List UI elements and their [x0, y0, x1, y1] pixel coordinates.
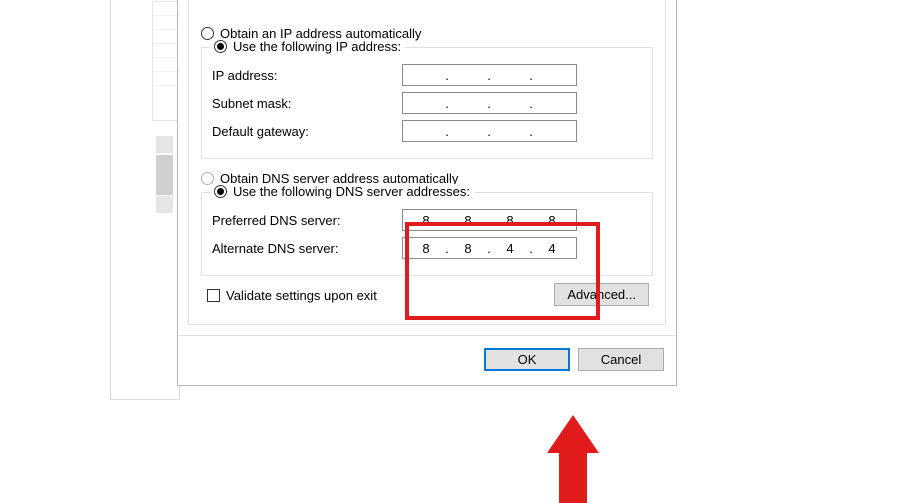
ip-manual-radio-row[interactable]: Use the following IP address:: [210, 39, 405, 54]
dialog-button-bar: OK Cancel: [178, 335, 676, 385]
arrow-stem: [559, 453, 587, 503]
advanced-button[interactable]: Advanced...: [554, 283, 649, 306]
ip-manual-label: Use the following IP address:: [233, 39, 401, 54]
alternate-dns-label: Alternate DNS server:: [212, 241, 402, 256]
validate-settings-label: Validate settings upon exit: [226, 288, 377, 303]
subnet-mask-label: Subnet mask:: [212, 96, 402, 111]
annotation-arrow: [547, 415, 599, 503]
background-scrollbar-down: [156, 196, 173, 213]
checkbox-icon: [207, 289, 220, 302]
ipv4-properties-dialog: Obtain an IP address automatically Use t…: [177, 0, 677, 386]
background-scrollbar-up: [156, 136, 173, 153]
dns-manual-group: Use the following DNS server addresses: …: [201, 192, 653, 276]
background-list: [152, 1, 178, 121]
arrow-up-icon: [547, 415, 599, 453]
background-scrollbar-thumb: [156, 155, 173, 195]
radio-icon: [214, 40, 227, 53]
cancel-button[interactable]: Cancel: [578, 348, 664, 371]
dns-manual-radio-row[interactable]: Use the following DNS server addresses:: [210, 184, 474, 199]
alternate-dns-input[interactable]: 8. 8. 4. 4: [402, 237, 577, 259]
dns-manual-label: Use the following DNS server addresses:: [233, 184, 470, 199]
subnet-mask-input[interactable]: . . .: [402, 92, 577, 114]
default-gateway-input[interactable]: . . .: [402, 120, 577, 142]
preferred-dns-label: Preferred DNS server:: [212, 213, 402, 228]
background-window-fragment: [110, 0, 180, 400]
ip-address-input[interactable]: . . .: [402, 64, 577, 86]
ok-button[interactable]: OK: [484, 348, 570, 371]
default-gateway-label: Default gateway:: [212, 124, 402, 139]
preferred-dns-input[interactable]: 8. 8. 8. 8: [402, 209, 577, 231]
ip-address-label: IP address:: [212, 68, 402, 83]
radio-icon: [214, 185, 227, 198]
dialog-inner-panel: Obtain an IP address automatically Use t…: [188, 0, 666, 325]
ip-manual-group: Use the following IP address: IP address…: [201, 47, 653, 159]
